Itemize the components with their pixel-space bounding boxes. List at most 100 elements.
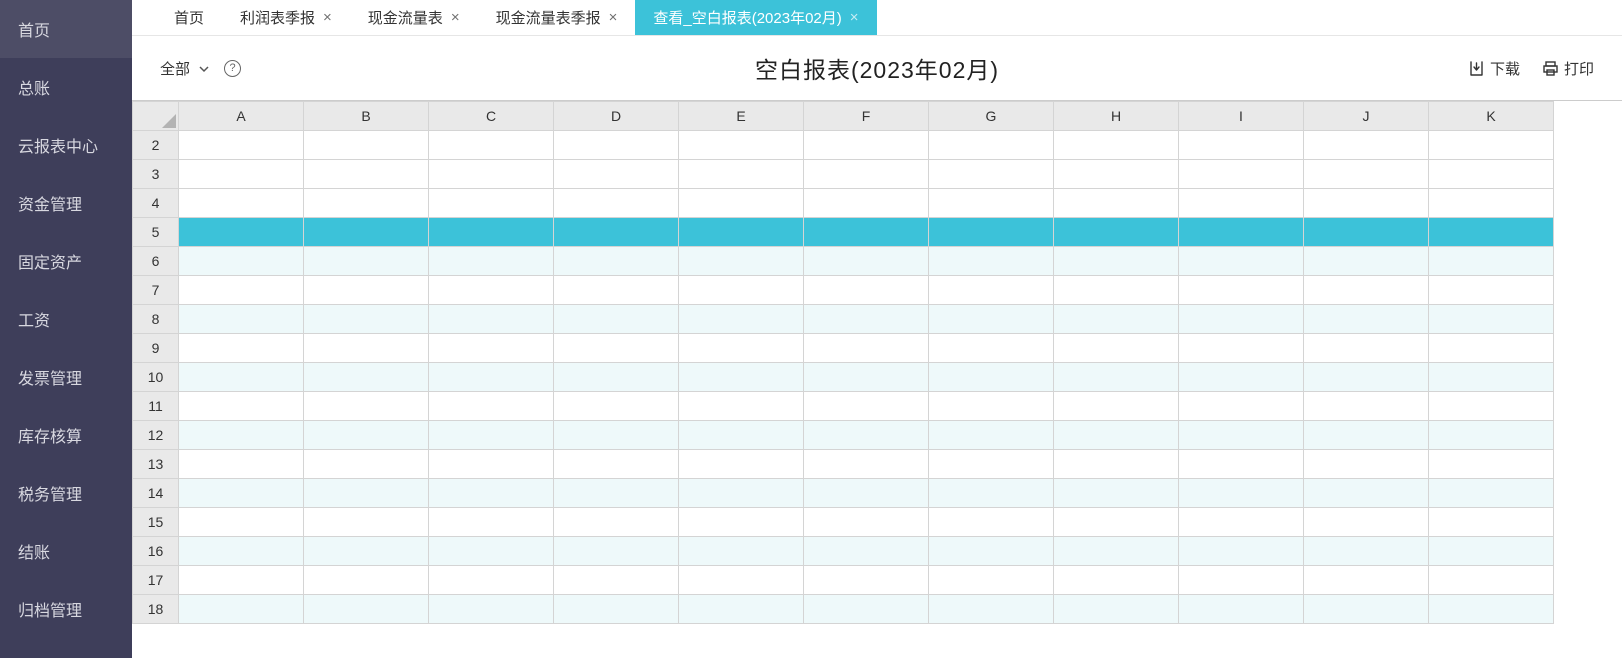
cell-D11[interactable] <box>554 392 679 421</box>
cell-F15[interactable] <box>804 508 929 537</box>
cell-J6[interactable] <box>1304 247 1429 276</box>
row-header-7[interactable]: 7 <box>133 276 179 305</box>
cell-H16[interactable] <box>1054 537 1179 566</box>
cell-B7[interactable] <box>304 276 429 305</box>
cell-H13[interactable] <box>1054 450 1179 479</box>
cell-A9[interactable] <box>179 334 304 363</box>
cell-K4[interactable] <box>1429 189 1554 218</box>
cell-C5[interactable] <box>429 218 554 247</box>
cell-B11[interactable] <box>304 392 429 421</box>
cell-G9[interactable] <box>929 334 1054 363</box>
cell-A6[interactable] <box>179 247 304 276</box>
cell-I8[interactable] <box>1179 305 1304 334</box>
cell-G4[interactable] <box>929 189 1054 218</box>
cell-D13[interactable] <box>554 450 679 479</box>
cell-G16[interactable] <box>929 537 1054 566</box>
cell-H8[interactable] <box>1054 305 1179 334</box>
row-header-10[interactable]: 10 <box>133 363 179 392</box>
select-all-corner[interactable] <box>133 102 179 131</box>
cell-G3[interactable] <box>929 160 1054 189</box>
cell-K12[interactable] <box>1429 421 1554 450</box>
cell-A13[interactable] <box>179 450 304 479</box>
cell-F12[interactable] <box>804 421 929 450</box>
cell-H12[interactable] <box>1054 421 1179 450</box>
cell-B3[interactable] <box>304 160 429 189</box>
cell-A17[interactable] <box>179 566 304 595</box>
cell-E7[interactable] <box>679 276 804 305</box>
cell-H18[interactable] <box>1054 595 1179 624</box>
cell-D14[interactable] <box>554 479 679 508</box>
help-icon[interactable]: ? <box>224 60 241 77</box>
cell-J8[interactable] <box>1304 305 1429 334</box>
cell-B14[interactable] <box>304 479 429 508</box>
cell-B18[interactable] <box>304 595 429 624</box>
cell-J11[interactable] <box>1304 392 1429 421</box>
cell-G18[interactable] <box>929 595 1054 624</box>
close-icon[interactable]: × <box>323 9 332 26</box>
column-header-C[interactable]: C <box>429 102 554 131</box>
cell-G7[interactable] <box>929 276 1054 305</box>
sidebar-item-2[interactable]: 云报表中心 <box>0 116 132 174</box>
cell-G17[interactable] <box>929 566 1054 595</box>
cell-G14[interactable] <box>929 479 1054 508</box>
cell-K8[interactable] <box>1429 305 1554 334</box>
row-header-3[interactable]: 3 <box>133 160 179 189</box>
tab-3[interactable]: 现金流量表季报× <box>478 0 636 35</box>
cell-A15[interactable] <box>179 508 304 537</box>
cell-I4[interactable] <box>1179 189 1304 218</box>
sidebar-item-10[interactable]: 归档管理 <box>0 580 132 638</box>
cell-I11[interactable] <box>1179 392 1304 421</box>
cell-K17[interactable] <box>1429 566 1554 595</box>
cell-I6[interactable] <box>1179 247 1304 276</box>
cell-F13[interactable] <box>804 450 929 479</box>
cell-H7[interactable] <box>1054 276 1179 305</box>
row-header-9[interactable]: 9 <box>133 334 179 363</box>
sidebar-item-4[interactable]: 固定资产 <box>0 232 132 290</box>
cell-E9[interactable] <box>679 334 804 363</box>
cell-A11[interactable] <box>179 392 304 421</box>
cell-J5[interactable] <box>1304 218 1429 247</box>
row-header-13[interactable]: 13 <box>133 450 179 479</box>
cell-F14[interactable] <box>804 479 929 508</box>
spreadsheet[interactable]: ABCDEFGHIJK23456789101112131415161718 <box>132 100 1622 658</box>
cell-H2[interactable] <box>1054 131 1179 160</box>
cell-K2[interactable] <box>1429 131 1554 160</box>
cell-G15[interactable] <box>929 508 1054 537</box>
cell-K3[interactable] <box>1429 160 1554 189</box>
cell-H11[interactable] <box>1054 392 1179 421</box>
row-header-15[interactable]: 15 <box>133 508 179 537</box>
cell-I7[interactable] <box>1179 276 1304 305</box>
sidebar-item-7[interactable]: 库存核算 <box>0 406 132 464</box>
cell-J16[interactable] <box>1304 537 1429 566</box>
cell-E13[interactable] <box>679 450 804 479</box>
print-button[interactable]: 打印 <box>1542 58 1594 79</box>
cell-C7[interactable] <box>429 276 554 305</box>
cell-F3[interactable] <box>804 160 929 189</box>
cell-A12[interactable] <box>179 421 304 450</box>
sidebar-item-6[interactable]: 发票管理 <box>0 348 132 406</box>
cell-C17[interactable] <box>429 566 554 595</box>
cell-B12[interactable] <box>304 421 429 450</box>
cell-H15[interactable] <box>1054 508 1179 537</box>
tab-0[interactable]: 首页 <box>156 0 222 35</box>
cell-F2[interactable] <box>804 131 929 160</box>
cell-I3[interactable] <box>1179 160 1304 189</box>
cell-F16[interactable] <box>804 537 929 566</box>
cell-J9[interactable] <box>1304 334 1429 363</box>
cell-E16[interactable] <box>679 537 804 566</box>
cell-K13[interactable] <box>1429 450 1554 479</box>
cell-C13[interactable] <box>429 450 554 479</box>
cell-B2[interactable] <box>304 131 429 160</box>
column-header-B[interactable]: B <box>304 102 429 131</box>
cell-E6[interactable] <box>679 247 804 276</box>
cell-A4[interactable] <box>179 189 304 218</box>
row-header-18[interactable]: 18 <box>133 595 179 624</box>
cell-F9[interactable] <box>804 334 929 363</box>
cell-F10[interactable] <box>804 363 929 392</box>
cell-J13[interactable] <box>1304 450 1429 479</box>
sidebar-item-11[interactable]: 小畅报销 <box>0 638 132 658</box>
cell-E18[interactable] <box>679 595 804 624</box>
column-header-K[interactable]: K <box>1429 102 1554 131</box>
cell-K11[interactable] <box>1429 392 1554 421</box>
cell-J10[interactable] <box>1304 363 1429 392</box>
